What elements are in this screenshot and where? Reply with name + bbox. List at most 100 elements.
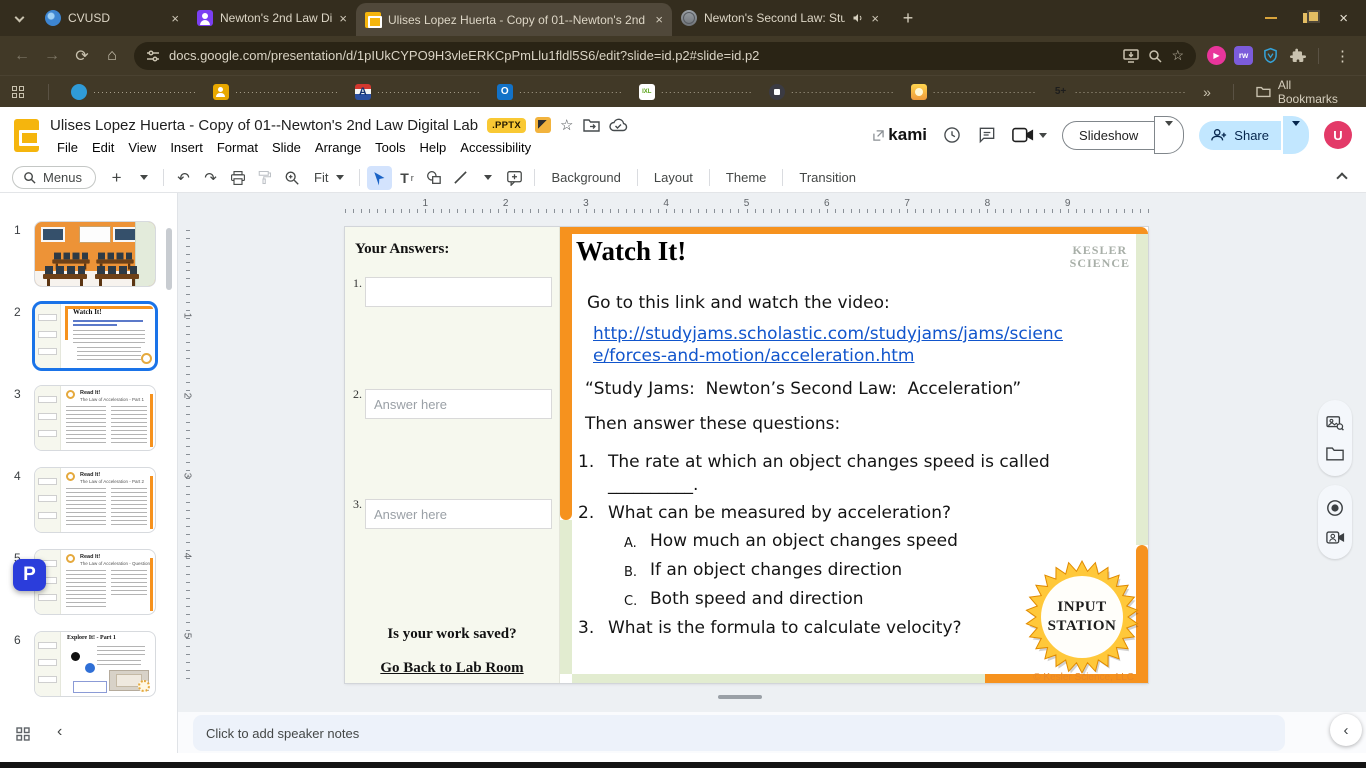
video-link[interactable]: http://studyjams.scholastic.com/studyjam…	[593, 323, 1063, 367]
line-tool-dropdown[interactable]	[475, 166, 500, 190]
tab-close-button[interactable]: ×	[171, 11, 179, 26]
intro-text[interactable]: Go to this link and watch the video:	[587, 293, 890, 313]
redo-button[interactable]: ↷	[198, 166, 223, 190]
collapse-toolbar-icon[interactable]	[1336, 171, 1348, 184]
image-search-icon[interactable]	[1326, 415, 1344, 431]
menu-view[interactable]: View	[121, 139, 163, 156]
slide-title[interactable]: Watch It!	[576, 236, 686, 267]
answer-box-1[interactable]	[365, 277, 552, 307]
answer-box-3[interactable]: Answer here	[365, 499, 552, 529]
menu-help[interactable]: Help	[413, 139, 454, 156]
layout-button[interactable]: Layout	[645, 166, 702, 189]
apps-grid-icon[interactable]	[12, 85, 24, 98]
menu-arrange[interactable]: Arrange	[308, 139, 368, 156]
menu-file[interactable]: File	[50, 139, 85, 156]
share-button[interactable]: Share	[1199, 120, 1281, 150]
slide-thumbnail[interactable]: Read It! The Law of Acceleration - Part 2	[34, 467, 156, 533]
extensions-puzzle-icon[interactable]	[1288, 46, 1307, 65]
vpn-shield-extension-icon[interactable]	[1261, 46, 1280, 65]
insert-comment-button[interactable]	[502, 166, 527, 190]
bookmark-item[interactable]: O ··························	[496, 83, 623, 100]
collapse-filmstrip-icon[interactable]: ‹	[57, 723, 62, 741]
document-title[interactable]: Ulises Lopez Huerta - Copy of 01--Newton…	[50, 117, 478, 134]
filmstrip-scrollbar[interactable]	[166, 228, 172, 290]
bookmark-star-icon[interactable]: ☆	[1171, 47, 1184, 64]
slide-thumbnail[interactable]: Read It! The Law of Acceleration - Part 1	[34, 385, 156, 451]
bookmark-item[interactable]: IXL ·······················	[638, 83, 753, 100]
prompt-text[interactable]: Then answer these questions:	[585, 414, 840, 434]
cloud-status-icon[interactable]	[608, 118, 628, 132]
go-back-link[interactable]: Go Back to Lab Room	[345, 660, 559, 677]
browser-menu-icon[interactable]: ⋮	[1327, 47, 1358, 65]
text-box-tool-button[interactable]: Tr	[394, 166, 419, 190]
canvas-horizontal-scrollbar[interactable]	[718, 695, 762, 699]
new-slide-button[interactable]: +	[104, 166, 129, 190]
new-tab-button[interactable]: +	[894, 4, 922, 32]
kami-extension-icon[interactable]: ▶	[1207, 46, 1226, 65]
menu-tools[interactable]: Tools	[368, 139, 412, 156]
restore-icon[interactable]	[1303, 10, 1321, 23]
camera-person-icon[interactable]	[1325, 530, 1345, 545]
meet-camera-icon[interactable]	[1012, 127, 1048, 143]
zoom-tool-icon[interactable]	[279, 166, 304, 190]
slide-thumbnail[interactable]: Read It! The Law of Acceleration - Questi…	[34, 549, 156, 615]
select-tool-button[interactable]	[367, 165, 393, 190]
print-button[interactable]	[225, 166, 250, 190]
browser-tab[interactable]: Newton's 2nd Law Digital Lab ×	[188, 3, 356, 33]
browser-tab[interactable]: Newton's Second Law: Stu ×	[672, 3, 888, 33]
folder-icon[interactable]	[1326, 446, 1344, 461]
bookmarks-overflow-icon[interactable]: »	[1203, 84, 1211, 100]
tab-search-button[interactable]	[8, 8, 30, 30]
tab-close-button[interactable]: ×	[871, 11, 879, 26]
transition-button[interactable]: Transition	[790, 166, 865, 189]
record-icon[interactable]	[1326, 499, 1344, 517]
close-icon[interactable]: ×	[1339, 11, 1348, 26]
slide-thumbnail[interactable]: Explore It! - Part 1	[34, 631, 156, 697]
move-folder-icon[interactable]	[582, 118, 600, 132]
collapse-panel-button[interactable]: ‹	[1330, 714, 1362, 746]
omnibox[interactable]: docs.google.com/presentation/d/1pIUkCYPO…	[134, 41, 1196, 70]
menu-format[interactable]: Format	[210, 139, 265, 156]
minimize-icon[interactable]	[1265, 17, 1278, 19]
slide-thumbnail[interactable]: Watch It!	[32, 301, 158, 371]
background-button[interactable]: Background	[542, 166, 629, 189]
version-history-icon[interactable]	[942, 125, 962, 145]
home-icon[interactable]: ⌂	[98, 42, 126, 70]
grid-view-icon[interactable]	[16, 727, 30, 741]
zoom-fit-select[interactable]: Fit	[306, 167, 352, 188]
browser-tab[interactable]: Ulises Lopez Huerta - Copy of 01--Newton…	[356, 3, 672, 36]
url-text[interactable]: docs.google.com/presentation/d/1pIUkCYPO…	[169, 48, 1114, 63]
menus-search-button[interactable]: Menus	[12, 166, 97, 189]
slide-thumbnail[interactable]	[34, 221, 156, 287]
forward-icon[interactable]: →	[38, 42, 66, 70]
slide-canvas[interactable]: Your Answers: 1. 2. Answer here 3. Answe…	[345, 227, 1148, 683]
star-icon[interactable]: ☆	[560, 116, 573, 134]
menu-slide[interactable]: Slide	[265, 139, 308, 156]
google-slides-logo-icon[interactable]	[14, 118, 40, 152]
slideshow-button[interactable]: Slideshow	[1062, 120, 1155, 150]
bookmark-item[interactable]: A ··························	[354, 83, 481, 100]
back-icon[interactable]: ←	[8, 42, 36, 70]
share-dropdown[interactable]	[1283, 116, 1309, 154]
kami-button[interactable]: kami	[873, 125, 927, 145]
speaker-notes-input[interactable]: Click to add speaker notes	[193, 715, 1285, 751]
bookmark-item[interactable]: ··························	[768, 83, 895, 100]
menu-edit[interactable]: Edit	[85, 139, 121, 156]
kami-doc-icon[interactable]	[535, 117, 552, 133]
paint-format-button[interactable]	[252, 166, 277, 190]
bookmark-item[interactable]: ··························	[910, 83, 1037, 100]
tab-close-button[interactable]: ×	[655, 12, 663, 27]
site-settings-icon[interactable]	[146, 49, 160, 63]
menu-insert[interactable]: Insert	[163, 139, 210, 156]
slideshow-dropdown[interactable]	[1154, 116, 1185, 154]
read-write-extension-icon[interactable]: rw	[1234, 46, 1253, 65]
extension-p-badge[interactable]: P	[13, 559, 46, 591]
reload-icon[interactable]: ⟳	[68, 42, 96, 70]
line-tool-button[interactable]	[448, 166, 473, 190]
undo-button[interactable]: ↶	[171, 166, 196, 190]
theme-button[interactable]: Theme	[717, 166, 775, 189]
shapes-tool-button[interactable]	[421, 166, 446, 190]
tab-close-button[interactable]: ×	[339, 11, 347, 26]
bookmark-item[interactable]: 5+ ······························	[1053, 84, 1187, 100]
bookmark-item[interactable]: ··························	[71, 83, 197, 100]
